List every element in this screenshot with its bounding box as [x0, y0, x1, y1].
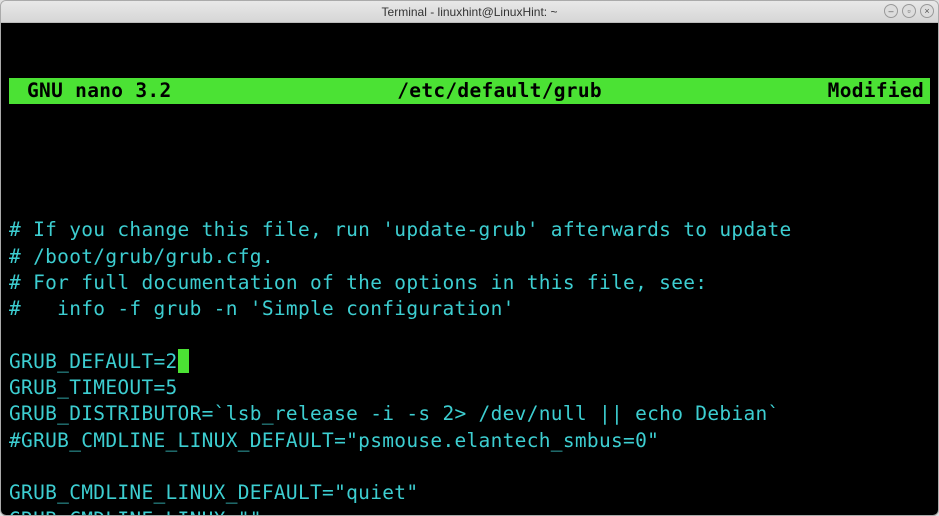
window-title: Terminal - linuxhint@LinuxHint: ~: [382, 5, 558, 19]
cursor: [178, 349, 189, 372]
close-button[interactable]: ×: [920, 4, 934, 18]
file-line: GRUB_DEFAULT=2: [9, 350, 189, 373]
nano-file-path: /etc/default/grub: [171, 78, 827, 104]
file-line: GRUB_CMDLINE_LINUX_DEFAULT="quiet": [9, 481, 418, 504]
maximize-button[interactable]: ▫: [902, 4, 916, 18]
file-line: # info -f grub -n 'Simple configuration': [9, 297, 515, 320]
titlebar: Terminal - linuxhint@LinuxHint: ~ – ▫ ×: [1, 1, 938, 23]
file-line: # For full documentation of the options …: [9, 271, 707, 294]
terminal-viewport[interactable]: GNU nano 3.2 /etc/default/grub Modified …: [1, 23, 938, 515]
terminal-window: Terminal - linuxhint@LinuxHint: ~ – ▫ × …: [0, 0, 939, 516]
grub-default-line: GRUB_DEFAULT=2: [9, 350, 178, 373]
file-line: GRUB_CMDLINE_LINUX="": [9, 508, 262, 516]
minimize-button[interactable]: –: [884, 4, 898, 18]
window-controls: – ▫ ×: [884, 4, 934, 18]
file-line: GRUB_DISTRIBUTOR=`lsb_release -i -s 2> /…: [9, 402, 780, 425]
nano-header: GNU nano 3.2 /etc/default/grub Modified: [9, 78, 930, 104]
nano-modified-flag: Modified: [828, 78, 926, 104]
editor-content[interactable]: # If you change this file, run 'update-g…: [9, 191, 930, 516]
file-line: # /boot/grub/grub.cfg.: [9, 245, 274, 268]
file-line: # If you change this file, run 'update-g…: [9, 218, 792, 241]
file-line: GRUB_TIMEOUT=5: [9, 376, 178, 399]
file-line: #GRUB_CMDLINE_LINUX_DEFAULT="psmouse.ela…: [9, 429, 659, 452]
nano-app-name: GNU nano 3.2: [13, 78, 171, 104]
